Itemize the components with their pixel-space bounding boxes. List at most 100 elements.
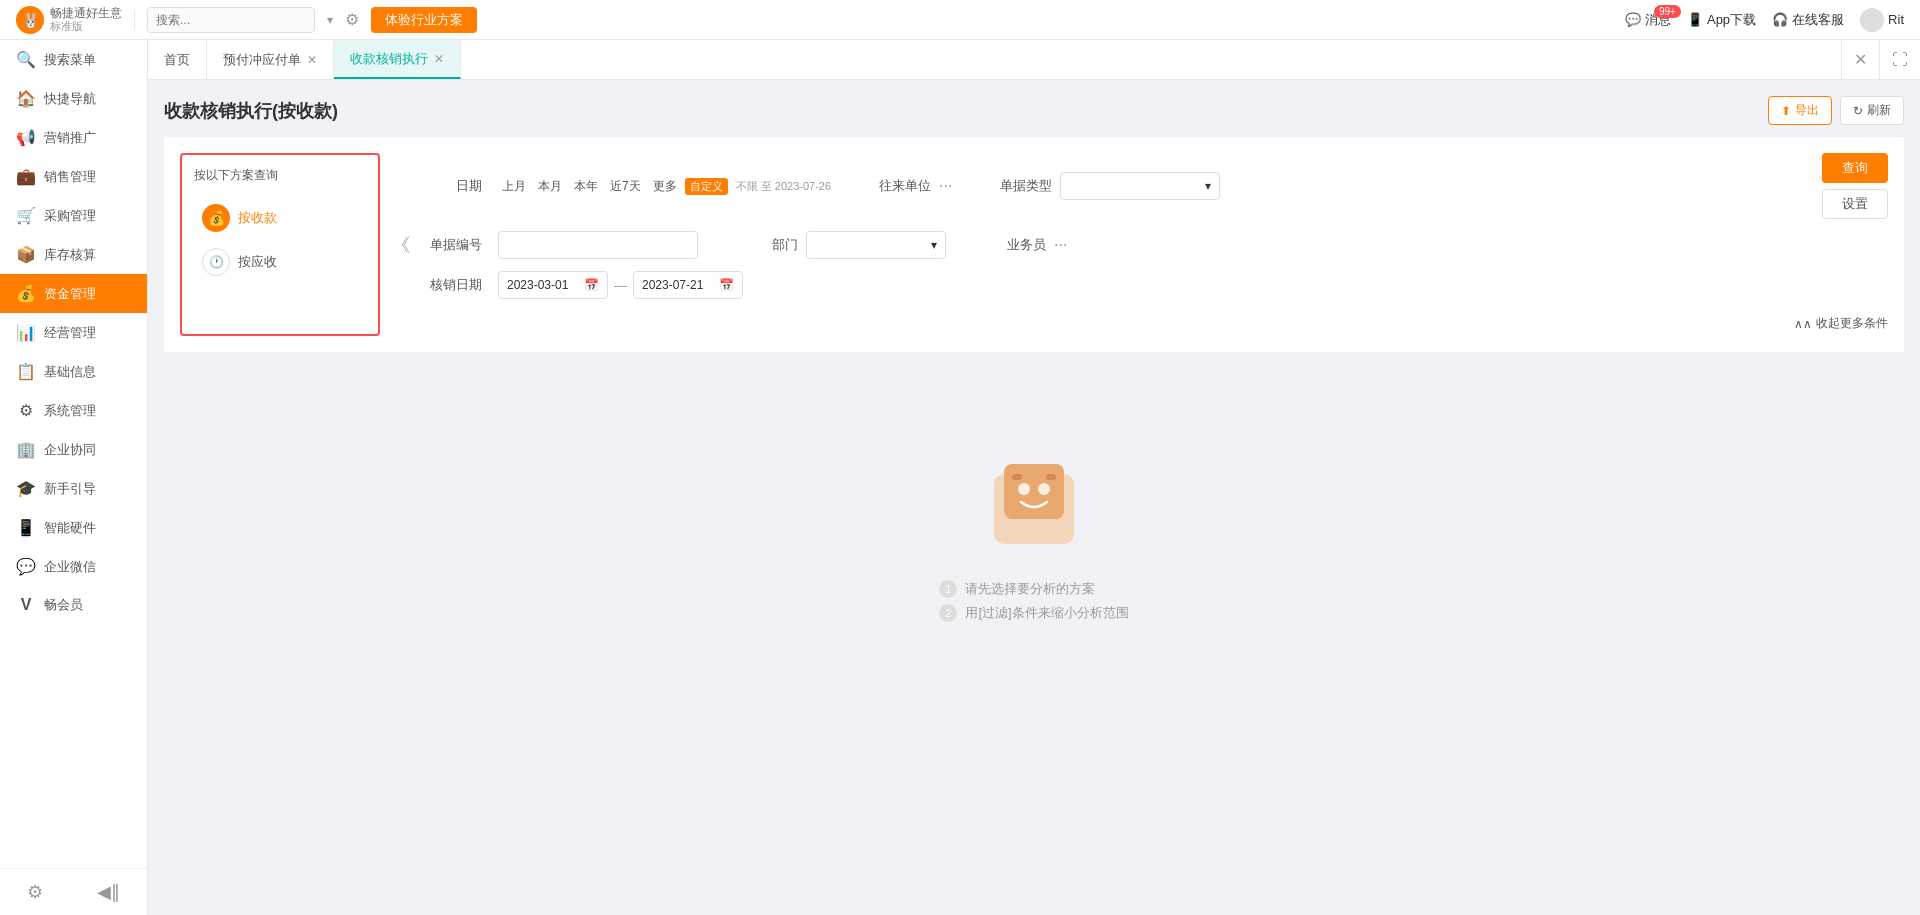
message-button[interactable]: 💬 消息 99+ <box>1625 11 1671 29</box>
receipt-icon: 💰 <box>202 204 230 232</box>
export-button[interactable]: ⬆ 导出 <box>1768 96 1832 125</box>
hardware-icon: 📱 <box>16 518 36 537</box>
topbar-search-input[interactable] <box>147 7 315 33</box>
sidebar-label-wechat: 企业微信 <box>44 558 96 576</box>
tab-home[interactable]: 首页 <box>148 40 207 79</box>
writeoff-date-end-input[interactable]: 2023-07-21 📅 <box>633 271 743 299</box>
sidebar-collapse-btn[interactable]: ◀‖ <box>89 877 128 907</box>
sales-icon: 💼 <box>16 167 36 186</box>
sidebar-label-search: 搜索菜单 <box>44 51 96 69</box>
date-link-last-month[interactable]: 上月 <box>498 177 530 196</box>
dept-select[interactable]: ▾ <box>806 231 946 259</box>
sidebar-settings-btn[interactable]: ⚙ <box>19 877 51 907</box>
solution-button[interactable]: 体验行业方案 <box>371 7 477 33</box>
sidebar-item-wechat[interactable]: 💬 企业微信 <box>0 547 147 586</box>
date-link-more[interactable]: 更多 <box>649 177 681 196</box>
counterparty-dots[interactable]: ··· <box>939 177 952 195</box>
tab-expand-btn[interactable]: ⛶ <box>1879 40 1920 80</box>
service-label: 在线客服 <box>1792 11 1844 29</box>
date-custom-tag[interactable]: 自定义 <box>685 178 728 195</box>
bill-type-group: 单据类型 ▾ <box>992 172 1220 200</box>
sidebar-item-operations[interactable]: 📊 经营管理 <box>0 313 147 352</box>
topbar: 🐰 畅捷通好生意 标准版 ▾ ⚙ 体验行业方案 💬 消息 99+ 📱 App下载… <box>0 0 1920 40</box>
date-label: 日期 <box>422 177 482 195</box>
collapse-label: 收起更多条件 <box>1816 315 1888 332</box>
hint-number-2: 2 <box>939 604 957 622</box>
sidebar-item-hardware[interactable]: 📱 智能硬件 <box>0 508 147 547</box>
sidebar-item-purchase[interactable]: 🛒 采购管理 <box>0 196 147 235</box>
tab-writeoff-close[interactable]: ✕ <box>434 52 444 66</box>
sidebar-item-search[interactable]: 🔍 搜索菜单 <box>0 40 147 79</box>
collapse-more-btn[interactable]: ∧∧ 收起更多条件 <box>422 311 1888 336</box>
app-name: 畅捷通好生意 <box>50 6 122 20</box>
bill-no-input[interactable] <box>498 231 698 259</box>
bill-type-select[interactable]: ▾ <box>1060 172 1220 200</box>
sidebar-item-nav[interactable]: 🏠 快捷导航 <box>0 79 147 118</box>
tab-close-all-btn[interactable]: ✕ <box>1841 40 1879 80</box>
svg-point-3 <box>1038 483 1050 495</box>
page-content: 收款核销执行(按收款) ⬆ 导出 ↻ 刷新 按以 <box>148 80 1920 915</box>
hint-number-1: 1 <box>939 580 957 598</box>
refresh-icon: ↻ <box>1853 104 1863 118</box>
sidebar-item-system[interactable]: ⚙ 系统管理 <box>0 391 147 430</box>
sidebar-item-finance[interactable]: 💰 资金管理 <box>0 274 147 313</box>
filter-option-by-receipt[interactable]: 💰 按收款 <box>194 196 366 240</box>
date-separator: — <box>614 278 627 293</box>
svg-rect-5 <box>1046 474 1056 480</box>
calendar-end-icon: 📅 <box>719 278 734 292</box>
writeoff-date-start-input[interactable]: 2023-03-01 📅 <box>498 271 608 299</box>
date-link-this-year[interactable]: 本年 <box>570 177 602 196</box>
collapse-left-icon[interactable]: 《 <box>392 233 410 257</box>
sidebar-item-inventory[interactable]: 📦 库存核算 <box>0 235 147 274</box>
dept-arrow: ▾ <box>931 238 937 252</box>
tab-prepay-close[interactable]: ✕ <box>307 53 317 67</box>
date-link-this-month[interactable]: 本月 <box>534 177 566 196</box>
tabbar-actions: ✕ ⛶ <box>1841 40 1920 79</box>
service-icon: 🎧 <box>1772 12 1788 27</box>
basic-info-icon: 📋 <box>16 362 36 381</box>
refresh-button[interactable]: ↻ 刷新 <box>1840 96 1904 125</box>
tab-writeoff[interactable]: 收款核销执行 ✕ <box>334 40 461 79</box>
settings-button[interactable]: 设置 <box>1822 189 1888 219</box>
sidebar-item-collab[interactable]: 🏢 企业协同 <box>0 430 147 469</box>
sidebar-label-guide: 新手引导 <box>44 480 96 498</box>
app-body: 🔍 搜索菜单 🏠 快捷导航 📢 营销推广 💼 销售管理 🛒 采购管理 📦 库存核… <box>0 40 1920 915</box>
online-service-button[interactable]: 🎧 在线客服 <box>1772 11 1844 29</box>
topbar-arrow-icon[interactable]: ▾ <box>327 13 333 27</box>
empty-hints: 1 请先选择要分析的方案 2 用[过滤]条件来缩小分析范围 <box>939 580 1128 622</box>
staff-dots[interactable]: ··· <box>1054 236 1067 254</box>
filter-collapse-handle[interactable]: 《 <box>392 153 410 336</box>
filter-row-1: 日期 上月 本月 本年 近7天 更多 自定义 不限 至 <box>422 153 1888 219</box>
topbar-gear-icon[interactable]: ⚙ <box>345 10 359 29</box>
tab-writeoff-label: 收款核销执行 <box>350 50 428 68</box>
action-buttons: 查询 设置 <box>1822 153 1888 219</box>
filter-option-by-receivable[interactable]: 🕐 按应收 <box>194 240 366 284</box>
sidebar-item-guide[interactable]: 🎓 新手引导 <box>0 469 147 508</box>
hint-text-1: 请先选择要分析的方案 <box>965 580 1095 598</box>
system-icon: ⚙ <box>16 401 36 420</box>
writeoff-date-label: 核销日期 <box>422 276 482 294</box>
staff-label: 业务员 <box>986 236 1046 254</box>
sidebar-label-operations: 经营管理 <box>44 324 96 342</box>
sidebar-item-basic-info[interactable]: 📋 基础信息 <box>0 352 147 391</box>
sidebar: 🔍 搜索菜单 🏠 快捷导航 📢 营销推广 💼 销售管理 🛒 采购管理 📦 库存核… <box>0 40 148 915</box>
sidebar-item-sales[interactable]: 💼 销售管理 <box>0 157 147 196</box>
app-download-button[interactable]: 📱 App下载 <box>1687 11 1756 29</box>
topbar-divider <box>134 10 135 30</box>
empty-hint-2: 2 用[过滤]条件来缩小分析范围 <box>939 604 1128 622</box>
app-download-label: App下载 <box>1707 11 1756 29</box>
user-button[interactable]: Rit <box>1860 8 1904 32</box>
date-link-7days[interactable]: 近7天 <box>606 177 645 196</box>
guide-icon: 🎓 <box>16 479 36 498</box>
svg-rect-4 <box>1012 474 1022 480</box>
home-icon: 🏠 <box>16 89 36 108</box>
tab-prepay[interactable]: 预付冲应付单 ✕ <box>207 40 334 79</box>
query-button[interactable]: 查询 <box>1822 153 1888 183</box>
receivable-icon: 🕐 <box>202 248 230 276</box>
sidebar-item-member[interactable]: V 畅会员 <box>0 586 147 624</box>
date-group: 上月 本月 本年 近7天 更多 自定义 不限 至 2023-07-26 <box>498 177 831 196</box>
sidebar-label-finance: 资金管理 <box>44 285 96 303</box>
marketing-icon: 📢 <box>16 128 36 147</box>
sidebar-item-marketing[interactable]: 📢 营销推广 <box>0 118 147 157</box>
writeoff-date-start-value: 2023-03-01 <box>507 278 568 292</box>
